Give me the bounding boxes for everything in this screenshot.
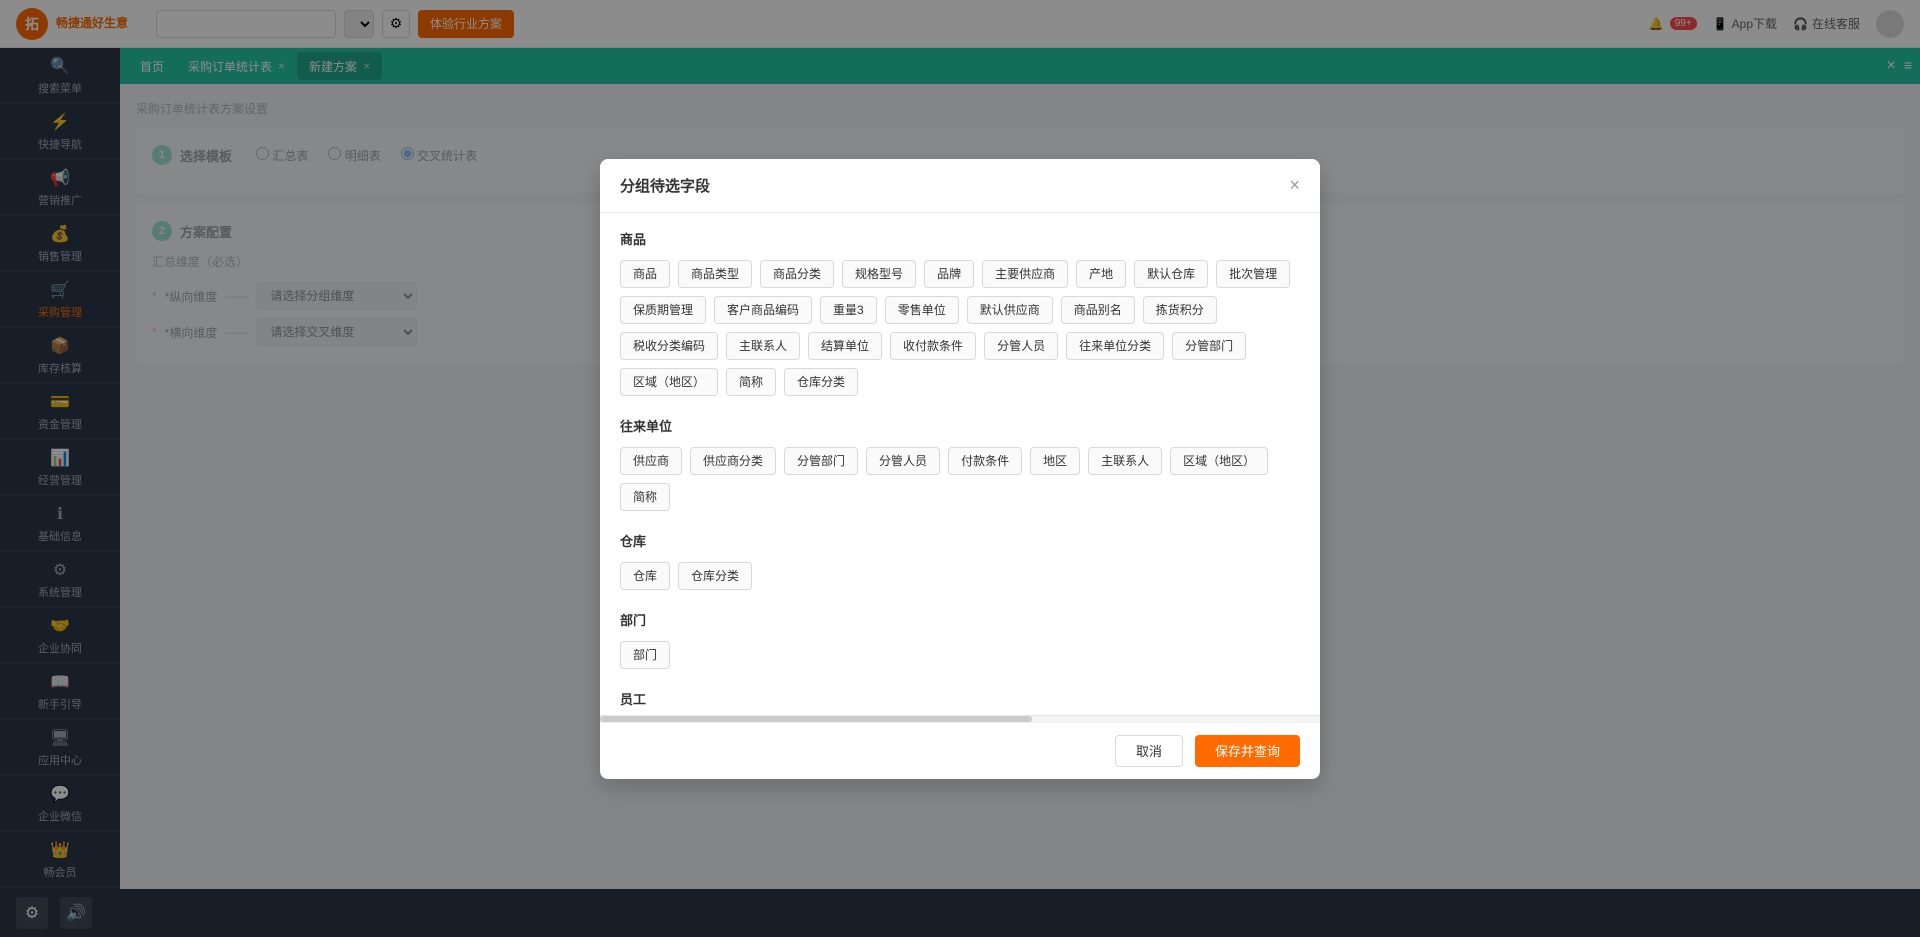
field-tag-payment-terms[interactable]: 收付款条件	[890, 332, 976, 360]
modal-close-button[interactable]: ×	[1289, 176, 1300, 194]
section-product: 商品 商品 商品类型 商品分类 规格型号 品牌 主要供应商 产地 默认仓库 批次…	[620, 229, 1300, 396]
section-product-title: 商品	[620, 229, 1300, 248]
field-tag-product[interactable]: 商品	[620, 260, 670, 288]
field-tag-supplier-category[interactable]: 供应商分类	[690, 447, 776, 475]
field-tag-weight[interactable]: 重量3	[820, 296, 877, 324]
field-tag-pick-score[interactable]: 拣货积分	[1143, 296, 1217, 324]
modal-footer: 取消 保存并查询	[600, 722, 1320, 779]
field-tag-expiry-manage[interactable]: 保质期管理	[620, 296, 706, 324]
modal-header: 分组待选字段 ×	[600, 159, 1320, 213]
section-department-tags: 部门	[620, 641, 1300, 669]
section-counterpart-tags: 供应商 供应商分类 分管部门 分管人员 付款条件 地区 主联系人 区域（地区） …	[620, 447, 1300, 511]
section-counterpart: 往来单位 供应商 供应商分类 分管部门 分管人员 付款条件 地区 主联系人 区域…	[620, 416, 1300, 511]
field-tag-manager[interactable]: 分管人员	[984, 332, 1058, 360]
field-tag-batch-manage[interactable]: 批次管理	[1216, 260, 1290, 288]
modal: 分组待选字段 × 商品 商品 商品类型 商品分类 规格型号 品牌 主要供应商 产…	[600, 159, 1320, 779]
field-tag-warehouse[interactable]: 仓库	[620, 562, 670, 590]
section-warehouse-title: 仓库	[620, 531, 1300, 550]
field-tag-origin[interactable]: 产地	[1076, 260, 1126, 288]
section-department-title: 部门	[620, 610, 1300, 629]
field-tag-default-supplier[interactable]: 默认供应商	[967, 296, 1053, 324]
field-tag-region2[interactable]: 区域（地区）	[1170, 447, 1268, 475]
field-tag-settlement-unit[interactable]: 结算单位	[808, 332, 882, 360]
field-tag-product-alias[interactable]: 商品别名	[1061, 296, 1135, 324]
field-tag-region[interactable]: 区域（地区）	[620, 368, 718, 396]
field-tag-spec-model[interactable]: 规格型号	[842, 260, 916, 288]
field-tag-product-type[interactable]: 商品类型	[678, 260, 752, 288]
field-tag-manage-person[interactable]: 分管人员	[866, 447, 940, 475]
section-product-tags: 商品 商品类型 商品分类 规格型号 品牌 主要供应商 产地 默认仓库 批次管理 …	[620, 260, 1300, 396]
modal-cancel-button[interactable]: 取消	[1115, 735, 1183, 767]
field-tag-counterpart-category[interactable]: 往来单位分类	[1066, 332, 1164, 360]
modal-save-button[interactable]: 保存并查询	[1195, 735, 1300, 767]
field-tag-retail-unit[interactable]: 零售单位	[885, 296, 959, 324]
modal-title: 分组待选字段	[620, 175, 710, 196]
field-tag-tax-code[interactable]: 税收分类编码	[620, 332, 718, 360]
section-employee-title: 员工	[620, 689, 1300, 708]
modal-hscroll-thumb	[600, 716, 1032, 721]
field-tag-area[interactable]: 地区	[1030, 447, 1080, 475]
modal-horizontal-scrollbar[interactable]	[600, 715, 1320, 721]
section-employee: 员工 业务员	[620, 689, 1300, 716]
section-warehouse-tags: 仓库 仓库分类	[620, 562, 1300, 590]
field-tag-main-contact2[interactable]: 主联系人	[1088, 447, 1162, 475]
field-tag-warehouse-category[interactable]: 仓库分类	[784, 368, 858, 396]
field-tag-dept[interactable]: 分管部门	[1172, 332, 1246, 360]
field-tag-warehouse-cat[interactable]: 仓库分类	[678, 562, 752, 590]
field-tag-brand[interactable]: 品牌	[924, 260, 974, 288]
field-tag-payment-cond[interactable]: 付款条件	[948, 447, 1022, 475]
field-tag-customer-code[interactable]: 客户商品编码	[714, 296, 812, 324]
field-tag-short-name[interactable]: 简称	[726, 368, 776, 396]
field-tag-department[interactable]: 部门	[620, 641, 670, 669]
field-tag-default-warehouse[interactable]: 默认仓库	[1134, 260, 1208, 288]
modal-overlay: 分组待选字段 × 商品 商品 商品类型 商品分类 规格型号 品牌 主要供应商 产…	[0, 0, 1920, 937]
section-counterpart-title: 往来单位	[620, 416, 1300, 435]
field-tag-supplier[interactable]: 供应商	[620, 447, 682, 475]
field-tag-main-contact[interactable]: 主联系人	[726, 332, 800, 360]
modal-body: 商品 商品 商品类型 商品分类 规格型号 品牌 主要供应商 产地 默认仓库 批次…	[600, 213, 1320, 716]
field-tag-product-category[interactable]: 商品分类	[760, 260, 834, 288]
section-department: 部门 部门	[620, 610, 1300, 669]
section-warehouse: 仓库 仓库 仓库分类	[620, 531, 1300, 590]
field-tag-manage-dept[interactable]: 分管部门	[784, 447, 858, 475]
field-tag-abbr[interactable]: 简称	[620, 483, 670, 511]
field-tag-main-supplier[interactable]: 主要供应商	[982, 260, 1068, 288]
